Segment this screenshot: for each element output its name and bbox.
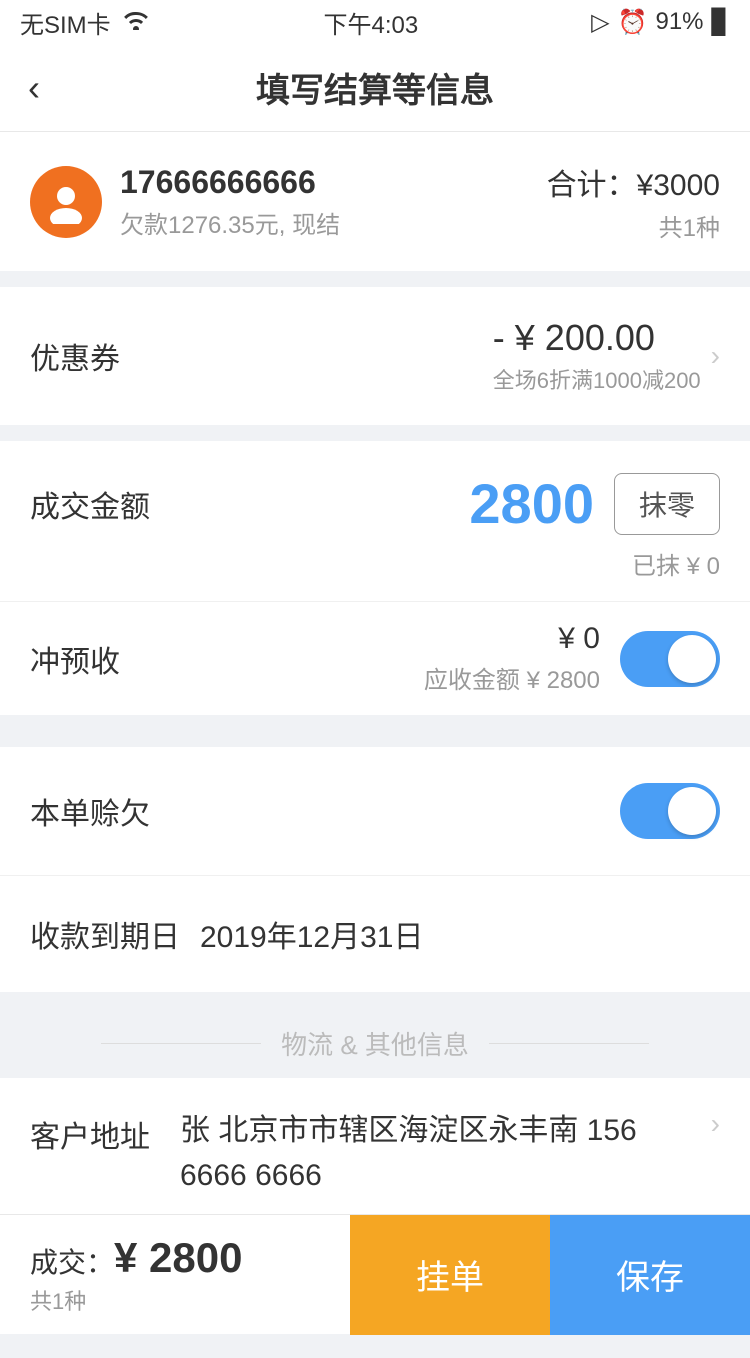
battery-label: 91%: [655, 8, 703, 36]
total-amount: 合计：¥3000: [547, 160, 720, 204]
deal-section: 成交金额 2800 抹零 已抹 ¥ 0 冲预收 ¥ 0 应收金额 ¥ 2800: [0, 441, 750, 715]
avatar: [30, 166, 102, 238]
precollect-toggle[interactable]: [620, 631, 720, 687]
logistics-divider: 物流 & 其他信息: [0, 1008, 750, 1078]
carrier-label: 无SIM卡: [20, 5, 111, 40]
wifi-icon: [121, 8, 151, 37]
nav-bar: ‹ 填写结算等信息: [0, 44, 750, 132]
precollect-row: 冲预收 ¥ 0 应收金额 ¥ 2800: [0, 601, 750, 715]
precollect-sub: 应收金额 ¥ 2800: [424, 660, 600, 695]
section-divider-2: [0, 715, 750, 731]
customer-phone: 17666666666: [120, 164, 340, 201]
content-area: 17666666666 欠款1276.35元, 现结 合计：¥3000 共1种 …: [0, 132, 750, 1358]
logistics-text: 物流 & 其他信息: [261, 1025, 489, 1062]
bottom-count: 共1种: [30, 1284, 320, 1316]
precollect-right: ¥ 0 应收金额 ¥ 2800: [424, 622, 720, 695]
arrears-row: 本单赊欠: [0, 747, 750, 875]
total-count: 共1种: [547, 208, 720, 243]
status-left: 无SIM卡: [20, 5, 151, 40]
toggle-knob: [668, 635, 716, 683]
chevron-right-icon: ›: [711, 340, 720, 372]
precollect-label: 冲预收: [30, 637, 120, 681]
address-row[interactable]: 客户地址 张 北京市市辖区海淀区永丰南 156 6666 6666 ›: [0, 1078, 750, 1228]
deal-right: 2800 抹零: [469, 471, 720, 536]
address-label: 客户地址: [30, 1112, 150, 1156]
duedate-row: 收款到期日 2019年12月31日: [0, 875, 750, 992]
alarm-icon: ⏰: [618, 8, 648, 37]
hold-button[interactable]: 挂单: [350, 1215, 550, 1335]
section-divider-1: [0, 425, 750, 441]
precollect-amount-block: ¥ 0 应收金额 ¥ 2800: [424, 622, 600, 695]
logistics-line-left: [101, 1043, 261, 1044]
bottom-deal-label: 成交：: [30, 1247, 114, 1278]
location-icon: ▷: [591, 8, 609, 37]
customer-right: 合计：¥3000 共1种: [547, 160, 720, 243]
address-chevron-icon: ›: [711, 1108, 720, 1140]
bottom-deal-amount: ¥ 2800: [114, 1234, 242, 1281]
page-title: 填写结算等信息: [256, 63, 494, 112]
deal-sub-info: 已抹 ¥ 0: [0, 546, 750, 601]
arrears-toggle[interactable]: [620, 783, 720, 839]
logistics-line-right: [489, 1043, 649, 1044]
coupon-desc: 全场6折满1000减200: [493, 363, 701, 395]
coupon-label: 优惠券: [30, 334, 120, 378]
coupon-discount: - ¥ 200.00: [493, 317, 701, 359]
customer-left: 17666666666 欠款1276.35元, 现结: [30, 164, 340, 240]
duedate-value: 2019年12月31日: [200, 912, 423, 956]
deal-amount-value: 2800: [469, 471, 594, 536]
bottom-bar: 成交：¥ 2800 共1种 挂单 保存: [0, 1214, 750, 1334]
bottom-summary: 成交：¥ 2800 共1种: [0, 1234, 350, 1316]
round-button[interactable]: 抹零: [614, 473, 720, 535]
status-right: ▷ ⏰ 91% ▊: [591, 8, 730, 37]
save-button[interactable]: 保存: [550, 1215, 750, 1335]
battery-icon: ▊: [712, 8, 730, 37]
customer-sub-info: 欠款1276.35元, 现结: [120, 205, 340, 240]
coupon-row[interactable]: 优惠券 - ¥ 200.00 全场6折满1000减200 ›: [0, 287, 750, 425]
precollect-amount: ¥ 0: [424, 622, 600, 656]
duedate-label: 收款到期日: [30, 912, 180, 956]
arrears-toggle-knob: [668, 787, 716, 835]
coupon-right: - ¥ 200.00 全场6折满1000减200 ›: [493, 317, 720, 395]
bottom-deal-row: 成交：¥ 2800: [30, 1234, 320, 1282]
address-value: 张 北京市市辖区海淀区永丰南 156 6666 6666: [180, 1114, 637, 1192]
deal-amount-label: 成交金额: [30, 482, 150, 526]
customer-card: 17666666666 欠款1276.35元, 现结 合计：¥3000 共1种: [0, 132, 750, 271]
deal-amount-row: 成交金额 2800 抹零: [0, 441, 750, 546]
status-bar: 无SIM卡 下午4:03 ▷ ⏰ 91% ▊: [0, 0, 750, 44]
time-label: 下午4:03: [324, 5, 419, 40]
address-content: 张 北京市市辖区海淀区永丰南 156 6666 6666: [180, 1108, 701, 1198]
back-button[interactable]: ‹: [28, 67, 40, 109]
customer-info: 17666666666 欠款1276.35元, 现结: [120, 164, 340, 240]
arrears-label: 本单赊欠: [30, 789, 150, 833]
